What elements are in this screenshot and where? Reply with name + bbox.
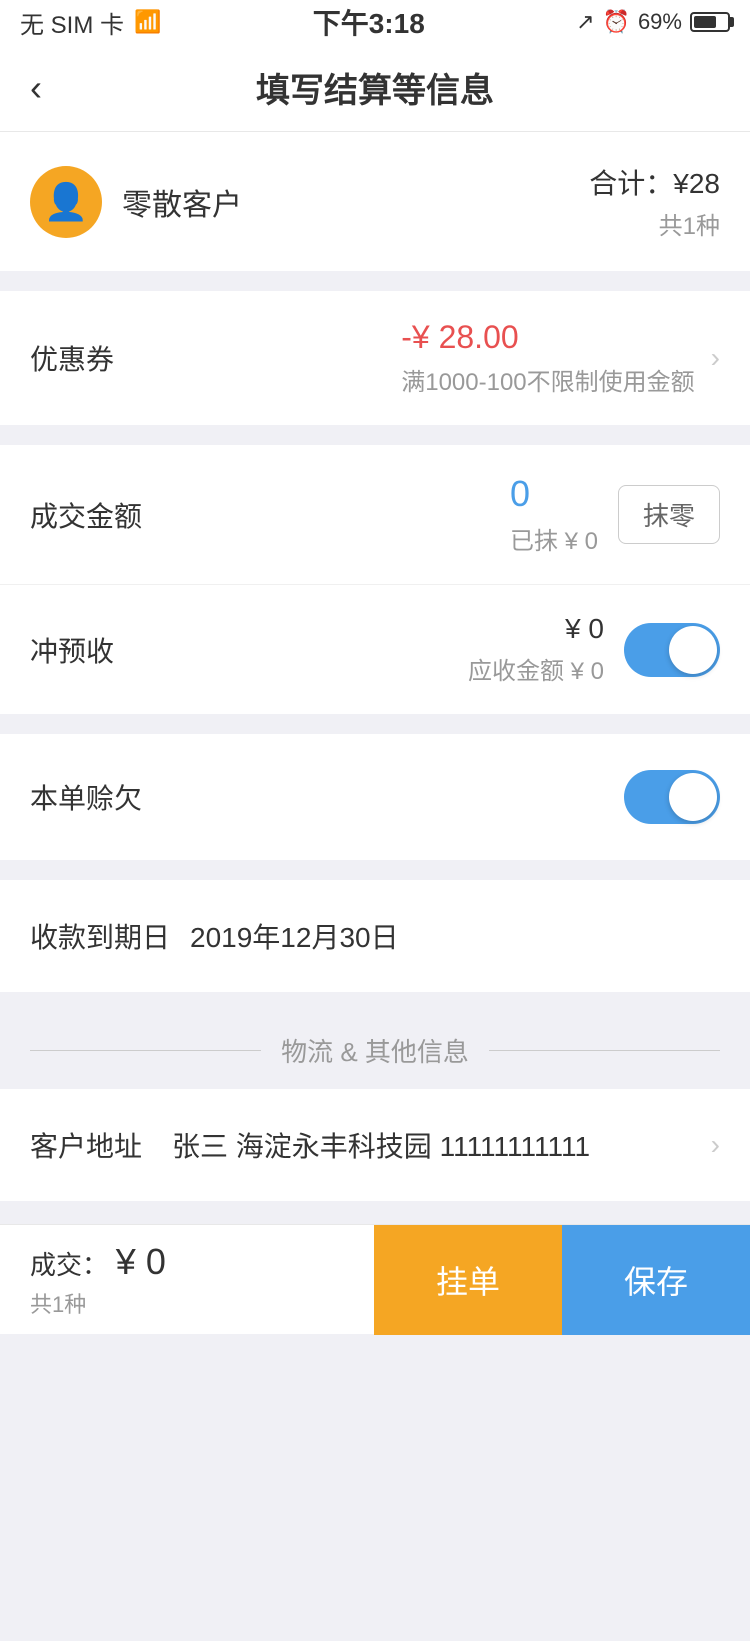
wifi-icon: 📶 [134, 9, 161, 35]
coupon-section: 优惠券 -¥ 28.00 满1000-100不限制使用金额 › [0, 291, 750, 425]
customer-count: 共1种 [589, 206, 720, 241]
transaction-amount[interactable]: 0 [510, 473, 530, 514]
status-left: 无 SIM 卡 📶 [20, 5, 161, 40]
amount-right: 0 已抹 ¥ 0 抹零 [510, 473, 720, 556]
battery-percent: 69% [638, 9, 682, 35]
coupon-value-group: -¥ 28.00 满1000-100不限制使用金额 [401, 319, 694, 397]
page-title: 填写结算等信息 [256, 63, 494, 112]
advance-row: 冲预收 ¥ 0 应收金额 ¥ 0 [0, 584, 750, 714]
coupon-right: -¥ 28.00 满1000-100不限制使用金额 › [401, 319, 720, 397]
customer-total: 合计：¥28 [589, 162, 720, 202]
round-button[interactable]: 抹零 [618, 485, 720, 544]
toggle-knob [669, 626, 717, 674]
logistics-header-section: 物流 & 其他信息 [0, 1012, 750, 1089]
debt-toggle-knob [669, 773, 717, 821]
customer-left: 👤 零散客户 [30, 166, 242, 238]
customer-row: 👤 零散客户 合计：¥28 共1种 [0, 132, 750, 271]
carrier-text: 无 SIM 卡 [20, 5, 124, 40]
transaction-row: 成交金额 0 已抹 ¥ 0 抹零 [0, 445, 750, 584]
advance-values: ¥ 0 应收金额 ¥ 0 [468, 613, 604, 686]
customer-name: 零散客户 [122, 180, 242, 224]
address-section: 客户地址 张三 海淀永丰科技园 11111111111 › [0, 1089, 750, 1201]
coupon-label: 优惠券 [30, 338, 114, 378]
address-value: 张三 海淀永丰科技园 11111111111 [172, 1125, 711, 1165]
page-content: 👤 零散客户 合计：¥28 共1种 优惠券 -¥ 28.00 满1000-100… [0, 132, 750, 1641]
coupon-chevron-icon: › [711, 342, 720, 374]
customer-right: 合计：¥28 共1种 [589, 162, 720, 241]
status-right: ↗ ⏰ 69% [576, 9, 730, 35]
bottom-bar: 成交： ¥ 0 共1种 挂单 保存 [0, 1224, 750, 1334]
advance-toggle[interactable] [624, 623, 720, 677]
address-row[interactable]: 客户地址 张三 海淀永丰科技园 11111111111 › [0, 1089, 750, 1201]
logistics-header-line: 物流 & 其他信息 [30, 1032, 720, 1069]
advance-value: ¥ 0 [468, 613, 604, 645]
battery-icon [690, 12, 730, 32]
transaction-section: 成交金额 0 已抹 ¥ 0 抹零 冲预收 ¥ 0 应收金额 ¥ 0 [0, 445, 750, 714]
back-button[interactable]: ‹ [30, 67, 42, 109]
bottom-count: 共1种 [30, 1287, 344, 1319]
bottom-deal-label: 成交： [30, 1250, 108, 1280]
bottom-info: 成交： ¥ 0 共1种 [0, 1241, 374, 1319]
logistics-divider-left [30, 1050, 261, 1051]
hang-button[interactable]: 挂单 [374, 1225, 562, 1335]
status-bar: 无 SIM 卡 📶 下午3:18 ↗ ⏰ 69% [0, 0, 750, 44]
duedate-section: 收款到期日 2019年12月30日 [0, 880, 750, 992]
address-chevron-icon: › [711, 1129, 720, 1161]
save-button[interactable]: 保存 [562, 1225, 750, 1335]
logistics-header-text: 物流 & 其他信息 [281, 1032, 469, 1069]
transaction-sub: 已抹 ¥ 0 [510, 521, 598, 556]
customer-avatar: 👤 [30, 166, 102, 238]
debt-section: 本单赊欠 [0, 734, 750, 860]
avatar-icon: 👤 [44, 181, 89, 223]
duedate-label: 收款到期日 [30, 916, 170, 956]
coupon-sub: 满1000-100不限制使用金额 [401, 362, 694, 397]
coupon-value: -¥ 28.00 [401, 319, 694, 356]
amount-group: 0 已抹 ¥ 0 [510, 473, 598, 556]
duedate-value: 2019年12月30日 [190, 916, 399, 956]
coupon-row[interactable]: 优惠券 -¥ 28.00 满1000-100不限制使用金额 › [0, 291, 750, 425]
logistics-divider-right [489, 1050, 720, 1051]
advance-sub: 应收金额 ¥ 0 [468, 651, 604, 686]
advance-right: ¥ 0 应收金额 ¥ 0 [468, 613, 720, 686]
transaction-label: 成交金额 [30, 495, 142, 535]
duedate-row: 收款到期日 2019年12月30日 [0, 880, 750, 992]
status-time: 下午3:18 [313, 2, 425, 42]
nav-bar: ‹ 填写结算等信息 [0, 44, 750, 132]
debt-label: 本单赊欠 [30, 777, 142, 817]
bottom-deal-value: ¥ 0 [116, 1241, 166, 1282]
alarm-icon: ⏰ [603, 9, 630, 35]
customer-section: 👤 零散客户 合计：¥28 共1种 [0, 132, 750, 271]
advance-label: 冲预收 [30, 630, 114, 670]
debt-toggle[interactable] [624, 770, 720, 824]
location-icon: ↗ [576, 9, 594, 35]
debt-row: 本单赊欠 [0, 734, 750, 860]
bottom-deal-row: 成交： ¥ 0 [30, 1241, 344, 1283]
address-label: 客户地址 [30, 1125, 142, 1165]
